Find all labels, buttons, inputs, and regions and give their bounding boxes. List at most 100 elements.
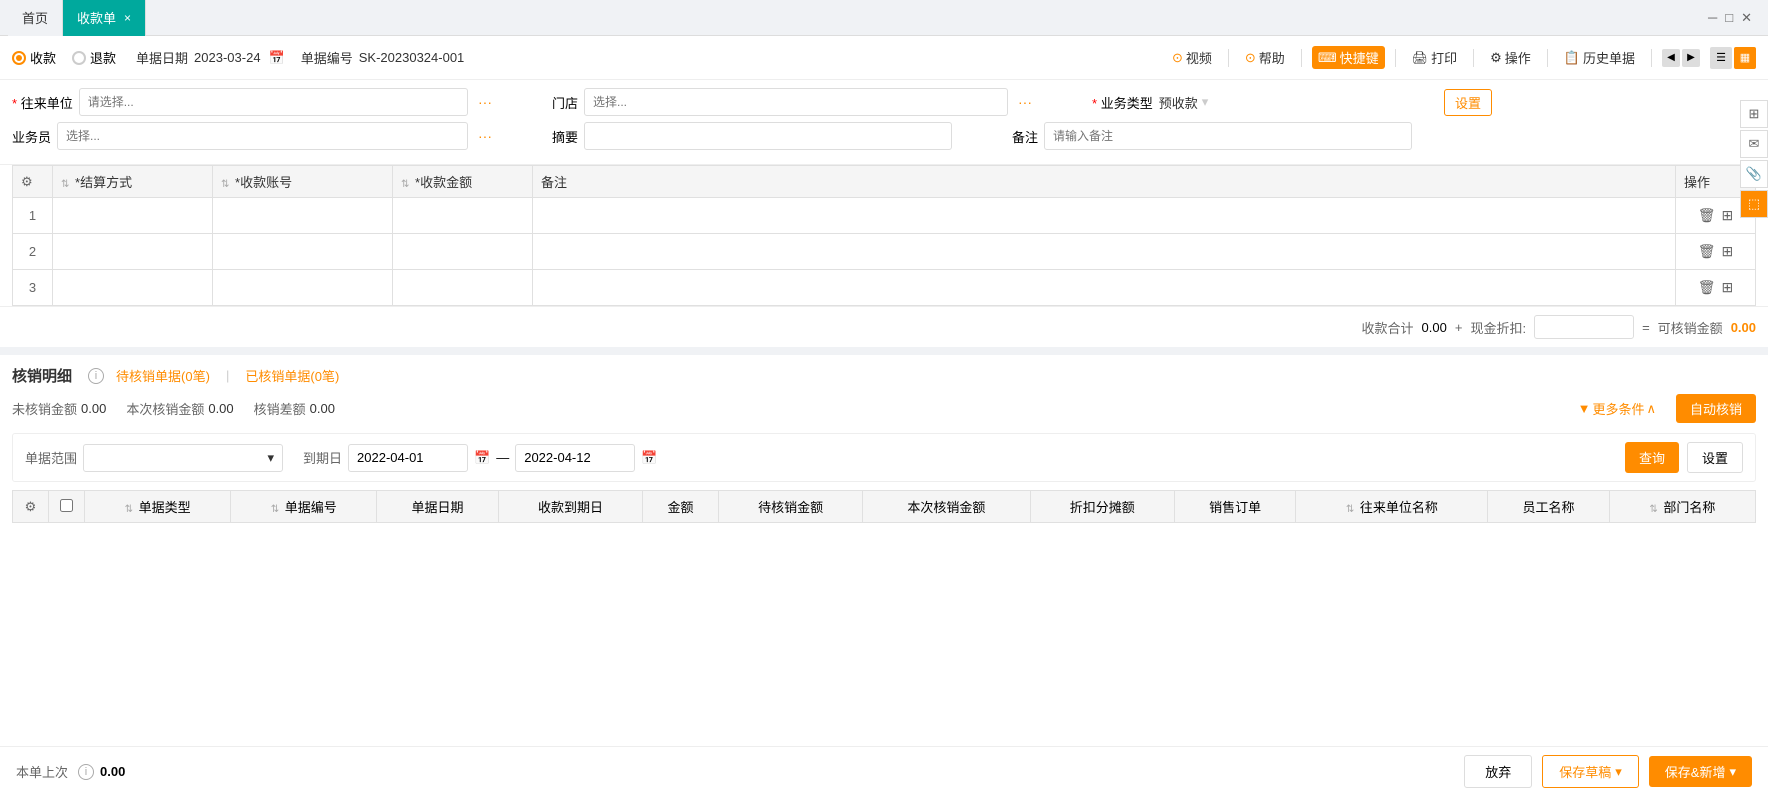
right-attachment-icon[interactable]: 📎 [1740,160,1768,188]
row-2-remark[interactable] [533,234,1676,270]
salesman-more-icon[interactable]: ··· [478,128,492,144]
voucher-range-select[interactable]: ▾ [83,444,283,472]
bottom-col-discount-label: 折扣分摊额 [1070,500,1135,515]
shop-more-icon[interactable]: ··· [1018,94,1032,110]
nav-prev-icon[interactable]: ◀ [1662,49,1680,67]
counterparty-label: * 往来单位 [12,93,73,112]
history-btn[interactable]: 📋 历史单据 [1558,46,1641,69]
row-3-delete-icon[interactable]: 🗑 [1698,279,1716,296]
print-btn[interactable]: 🖨 打印 [1406,46,1464,69]
save-draft-button[interactable]: 保存草稿 ▾ [1542,755,1639,788]
row-2-delete-icon[interactable]: 🗑 [1698,243,1716,260]
view-grid-icon[interactable]: ▦ [1734,47,1756,69]
salesman-input[interactable] [57,122,468,150]
tab-close-icon[interactable]: × [124,11,131,25]
shop-input[interactable] [584,88,1008,116]
recon-info-icon[interactable]: i [88,368,104,384]
bottom-table-settings-icon[interactable]: ⚙ [25,499,37,514]
filter-row: 单据范围 ▾ 到期日 📅 — 📅 查询 设置 [12,433,1756,482]
calendar-icon[interactable]: 📅 [269,50,285,66]
row-3-payment-method[interactable] [53,270,213,306]
voucher-range-label: 单据范围 [25,448,77,467]
table-row: 2 🗑 ⊞ [13,234,1756,270]
discard-button[interactable]: 放弃 [1464,755,1532,788]
tab-home[interactable]: 首页 [8,0,63,36]
row-2-actions: 🗑 ⊞ [1676,234,1756,270]
cash-discount-input[interactable] [1534,315,1634,339]
header-bar: 收款 退款 单据日期 2023-03-24 📅 单据编号 SK-20230324… [0,36,1768,80]
radio-collect[interactable]: 收款 [12,48,56,67]
col-account-label: *收款账号 [235,175,292,190]
window-minimize-icon[interactable]: ─ [1708,10,1717,25]
remark-input[interactable] [1044,122,1412,150]
row-1-copy-icon[interactable]: ⊞ [1722,207,1734,224]
radio-refund[interactable]: 退款 [72,48,116,67]
save-draft-dropdown-icon[interactable]: ▾ [1615,764,1622,780]
sort-payment-icon[interactable]: ⇅ [61,179,69,190]
right-screenshot-icon[interactable]: ⬚ [1740,190,1768,218]
col-amount-header: ⇅ *收款金额 [393,166,533,198]
right-table-icon[interactable]: ⊞ [1740,100,1768,128]
row-1-delete-icon[interactable]: 🗑 [1698,207,1716,224]
more-conditions-btn[interactable]: ▼ 更多条件 ∧ [1578,399,1656,418]
nav-next-icon[interactable]: ▶ [1682,49,1700,67]
row-2-copy-icon[interactable]: ⊞ [1722,243,1734,260]
row-3-amount[interactable] [393,270,533,306]
last-order-info-icon[interactable]: i [78,764,94,780]
row-3-account[interactable] [213,270,393,306]
business-type-dropdown-icon[interactable]: ▾ [1202,94,1209,110]
select-all-checkbox[interactable] [60,499,73,512]
row-3-remark[interactable] [533,270,1676,306]
collect-total-value: 0.00 [1422,320,1447,335]
window-maximize-icon[interactable]: □ [1725,10,1733,25]
calendar-end-icon[interactable]: 📅 [641,450,657,466]
table-container: ⚙ ⇅ *结算方式 ⇅ *收款账号 ⇅ *收款金额 备注 [0,165,1768,306]
bottom-col-employee-label: 员工名称 [1523,500,1575,515]
row-1-payment-method[interactable] [53,198,213,234]
last-order-value: 0.00 [100,764,125,779]
summary-input[interactable] [584,122,952,150]
save-new-button[interactable]: 保存&新增 ▾ [1649,756,1752,787]
operation-btn[interactable]: ⚙ 操作 [1484,46,1537,69]
counterparty-field: * 往来单位 ··· [12,88,492,116]
view-toggle: ☰ ▦ [1710,47,1756,69]
sort-counterparty-icon[interactable]: ⇅ [1346,504,1354,515]
settings-button[interactable]: 设置 [1444,89,1492,116]
tab-receipt[interactable]: 收款单 × [63,0,146,36]
due-date-end-input[interactable] [515,444,635,472]
completed-tab[interactable]: 已核销单据(0笔) [245,366,339,385]
bottom-col-counterparty-label: 往来单位名称 [1360,500,1438,515]
row-1-amount[interactable] [393,198,533,234]
counterparty-input[interactable] [79,88,468,116]
window-close-icon[interactable]: ✕ [1741,10,1752,26]
save-new-dropdown-icon[interactable]: ▾ [1729,764,1736,780]
help-btn[interactable]: ⊙ 帮助 [1239,46,1291,69]
sort-voucher-number-icon[interactable]: ⇅ [271,504,279,515]
auto-recon-button[interactable]: 自动核销 [1676,394,1756,423]
right-email-icon[interactable]: ✉ [1740,130,1768,158]
bottom-col-pending-header: 待核销金额 [718,491,862,523]
sort-department-icon[interactable]: ⇅ [1649,504,1657,515]
filter-settings-button[interactable]: 设置 [1687,442,1743,473]
bottom-col-counterparty-header: ⇅ 往来单位名称 [1296,491,1488,523]
sort-amount-icon[interactable]: ⇅ [401,179,409,190]
pending-tab[interactable]: 待核销单据(0笔) [116,366,210,385]
row-1-account[interactable] [213,198,393,234]
query-button[interactable]: 查询 [1625,442,1679,473]
due-date-start-input[interactable] [348,444,468,472]
row-1-remark[interactable] [533,198,1676,234]
counterparty-more-icon[interactable]: ··· [478,94,492,110]
row-2-account[interactable] [213,234,393,270]
sort-account-icon[interactable]: ⇅ [221,179,229,190]
bottom-col-employee-header: 员工名称 [1488,491,1609,523]
table-settings-icon[interactable]: ⚙ [21,174,33,189]
row-3-copy-icon[interactable]: ⊞ [1722,279,1734,296]
sort-voucher-type-icon[interactable]: ⇅ [125,504,133,515]
video-btn[interactable]: ⊙ 视频 [1166,46,1218,69]
row-2-amount[interactable] [393,234,533,270]
row-2-payment-method[interactable] [53,234,213,270]
shortcut-btn[interactable]: ⌨ 快捷键 [1312,46,1385,69]
voucher-range-field: 单据范围 ▾ [25,444,283,472]
view-list-icon[interactable]: ☰ [1710,47,1732,69]
calendar-start-icon[interactable]: 📅 [474,450,490,466]
